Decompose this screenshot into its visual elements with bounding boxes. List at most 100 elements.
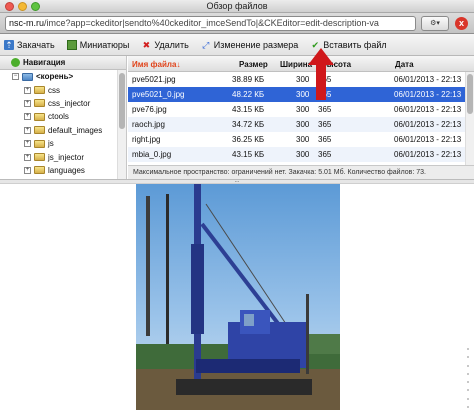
window-title: Обзор файлов bbox=[206, 1, 268, 11]
folder-icon bbox=[34, 139, 45, 148]
file-cell-width: 300 bbox=[296, 135, 310, 144]
thumbnails-button[interactable]: Миниатюры bbox=[66, 39, 130, 50]
url-input[interactable]: nsc-m.ru/imce?app=ckeditor|sendto%40cked… bbox=[5, 16, 416, 31]
page-actions-button[interactable]: ⚙▾ bbox=[421, 16, 449, 31]
file-row[interactable]: pve76.jpg 43.15 КБ 300 365 06/01/2013 - 22:1… bbox=[128, 102, 474, 117]
file-cell-height: 365 bbox=[318, 120, 332, 129]
column-date[interactable]: Дата bbox=[395, 60, 414, 69]
file-cell-date: 06/01/2013 - 22:13 bbox=[394, 105, 462, 114]
thumbnails-label: Миниатюры bbox=[79, 39, 130, 50]
file-cell-width: 300 bbox=[296, 150, 310, 159]
file-cell-width: 300 bbox=[296, 120, 310, 129]
tree-folder-item[interactable]: + languages bbox=[0, 164, 126, 177]
file-cell-height: 365 bbox=[318, 75, 332, 84]
file-cell-height: 365 bbox=[318, 105, 332, 114]
collapse-icon[interactable]: − bbox=[12, 73, 19, 81]
delete-button[interactable]: ✖ Удалить bbox=[141, 39, 189, 50]
expand-icon[interactable]: + bbox=[24, 140, 31, 148]
tree-folder-item[interactable]: + ctools bbox=[0, 110, 126, 123]
resize-grip[interactable] bbox=[464, 348, 472, 408]
nav-scrollbar-thumb[interactable] bbox=[119, 73, 125, 129]
gear-icon: ⚙▾ bbox=[430, 20, 440, 27]
navigation-icon bbox=[11, 58, 20, 67]
stop-icon[interactable]: x bbox=[455, 17, 468, 30]
thumbnails-icon bbox=[66, 39, 77, 50]
file-cell-height: 365 bbox=[318, 150, 332, 159]
nav-scrollbar[interactable] bbox=[117, 70, 126, 179]
window-controls bbox=[5, 2, 40, 11]
upload-label: Закачать bbox=[17, 39, 55, 50]
file-cell-width: 300 bbox=[296, 75, 310, 84]
file-cell-name: pve5021_0.jpg bbox=[132, 90, 185, 99]
tree-folder-label: ctools bbox=[48, 112, 69, 122]
tree-folder-label: default_images bbox=[48, 125, 103, 135]
file-cell-width: 300 bbox=[296, 90, 310, 99]
column-height[interactable]: Высота bbox=[321, 60, 351, 69]
expand-icon[interactable]: + bbox=[24, 153, 31, 161]
tree-folder-item[interactable]: + js_injector bbox=[0, 150, 126, 163]
file-cell-date: 06/01/2013 - 22:13 bbox=[394, 120, 462, 129]
tree-folder-item[interactable]: + default_images bbox=[0, 124, 126, 137]
file-row[interactable]: mbia_0.jpg 43.15 КБ 300 365 06/01/2013 - 22:… bbox=[128, 147, 474, 162]
resize-button[interactable]: ⤢ Изменение размера bbox=[201, 40, 298, 50]
tree-folder-item[interactable]: + css_injector bbox=[0, 97, 126, 110]
upload-icon: ⇡ bbox=[4, 39, 14, 50]
column-name-label: Имя файла bbox=[132, 60, 177, 69]
tree-folder-label: css_injector bbox=[48, 98, 91, 108]
file-scrollbar[interactable] bbox=[465, 72, 474, 165]
image-preview-area bbox=[0, 184, 474, 410]
column-width[interactable]: Ширина bbox=[280, 60, 312, 69]
expand-icon[interactable]: + bbox=[24, 86, 31, 94]
url-domain: nsc-m.ru bbox=[9, 18, 45, 28]
file-rows: pve5021.jpg 38.89 КБ 300 365 06/01/2013 - 22… bbox=[128, 72, 474, 162]
file-cell-date: 06/01/2013 - 22:13 bbox=[394, 135, 462, 144]
minimize-window-button[interactable] bbox=[18, 2, 27, 11]
delete-icon: ✖ bbox=[142, 39, 151, 50]
sort-arrow-icon: ↓ bbox=[176, 60, 181, 69]
status-bar: Максимальное пространство: ограничений н… bbox=[128, 165, 474, 179]
file-cell-date: 06/01/2013 - 22:13 bbox=[394, 150, 462, 159]
window-titlebar: Обзор файлов bbox=[0, 0, 474, 13]
file-row[interactable]: right.jpg 36.25 КБ 300 365 06/01/2013 - 22:1… bbox=[128, 132, 474, 147]
file-cell-size: 38.89 КБ bbox=[232, 75, 265, 84]
expand-icon[interactable]: + bbox=[24, 166, 31, 174]
folder-icon bbox=[34, 166, 45, 175]
insert-file-label: Вставить файл bbox=[323, 39, 387, 50]
upload-button[interactable]: ⇡ Закачать bbox=[4, 39, 55, 50]
expand-icon[interactable]: + bbox=[24, 113, 31, 121]
column-name[interactable]: Имя файла↓ bbox=[132, 60, 180, 69]
expand-icon[interactable]: + bbox=[24, 99, 31, 107]
tree-root-label: <корень> bbox=[36, 72, 74, 82]
imce-toolbar: ⇡ Закачать Миниатюры ✖ Удалить ⤢ Изменен… bbox=[0, 34, 474, 56]
folder-icon bbox=[34, 112, 45, 121]
insert-file-button[interactable]: ✔ Вставить файл bbox=[310, 39, 387, 50]
tree-folder-item[interactable]: + js bbox=[0, 137, 126, 150]
file-list-pane: Имя файла↓ Размер Ширина Высота Дата pve… bbox=[128, 56, 474, 165]
file-row[interactable]: raoch.jpg 34.72 КБ 300 365 06/01/2013 - 22:1… bbox=[128, 117, 474, 132]
zoom-window-button[interactable] bbox=[31, 2, 40, 11]
navigation-title: Навигация bbox=[23, 58, 66, 67]
tree-folder-item[interactable]: + css bbox=[0, 83, 126, 96]
status-text: Максимальное пространство: ограничений н… bbox=[133, 169, 426, 176]
file-row[interactable]: pve5021.jpg 38.89 КБ 300 365 06/01/2013 - 22… bbox=[128, 72, 474, 87]
tree-root[interactable]: − <корень> bbox=[0, 70, 126, 83]
file-cell-height: 365 bbox=[318, 135, 332, 144]
file-row[interactable]: pve5021_0.jpg 48.22 КБ 300 365 06/01/2013 - … bbox=[128, 87, 474, 102]
folder-icon bbox=[34, 86, 45, 95]
folder-list: + css + css_injector + ctools + default_images +… bbox=[0, 83, 126, 177]
tree-folder-label: languages bbox=[48, 165, 85, 175]
folder-icon bbox=[34, 126, 45, 135]
file-cell-size: 48.22 КБ bbox=[232, 90, 265, 99]
file-scrollbar-thumb[interactable] bbox=[467, 74, 473, 114]
delete-label: Удалить bbox=[154, 39, 189, 50]
file-cell-date: 06/01/2013 - 22:13 bbox=[394, 75, 462, 84]
navigation-pane: Навигация − <корень> + css + css_injector + c… bbox=[0, 56, 127, 179]
folder-open-icon bbox=[22, 72, 33, 81]
expand-icon[interactable]: + bbox=[24, 126, 31, 134]
file-cell-name: pve5021.jpg bbox=[132, 75, 176, 84]
file-cell-size: 36.25 КБ bbox=[232, 135, 265, 144]
file-cell-name: mbia_0.jpg bbox=[132, 150, 172, 159]
close-window-button[interactable] bbox=[5, 2, 14, 11]
column-size[interactable]: Размер bbox=[239, 60, 268, 69]
folder-icon bbox=[34, 153, 45, 162]
